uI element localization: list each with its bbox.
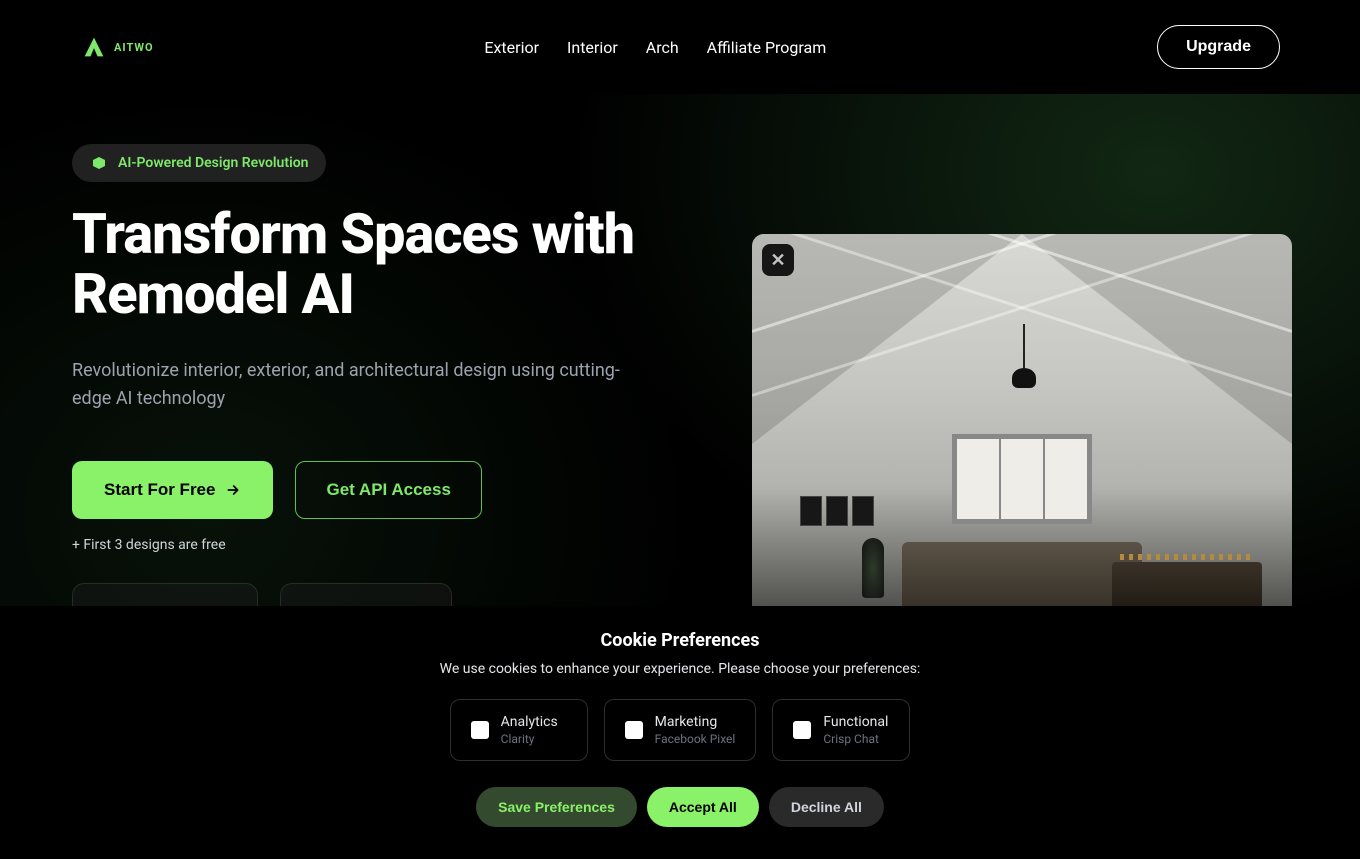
design-preview-image[interactable]: ✕: [752, 234, 1292, 654]
cookie-title: Cookie Preferences: [0, 630, 1360, 651]
cta-row: Start For Free Get API Access: [72, 461, 712, 519]
nav-affiliate[interactable]: Affiliate Program: [707, 38, 827, 57]
cookie-option-marketing: Marketing Facebook Pixel: [604, 699, 757, 761]
save-preferences-button[interactable]: Save Preferences: [476, 787, 637, 827]
free-designs-note: + First 3 designs are free: [72, 537, 712, 553]
cookie-option-functional: Functional Crisp Chat: [772, 699, 910, 761]
hero-section: AI-Powered Design Revolution Transform S…: [0, 94, 1360, 671]
logo-icon: [80, 33, 108, 61]
checkbox-functional[interactable]: [793, 721, 811, 739]
start-free-label: Start For Free: [104, 480, 215, 500]
cookie-option-sub: Crisp Chat: [823, 732, 888, 746]
plant-decoration: [862, 538, 884, 598]
window-decoration: [952, 434, 1092, 524]
cookie-actions: Save Preferences Accept All Decline All: [0, 787, 1360, 827]
roof-decoration: [1022, 234, 1292, 444]
hero-badge: AI-Powered Design Revolution: [72, 144, 326, 182]
decline-all-button[interactable]: Decline All: [769, 787, 884, 827]
accept-all-button[interactable]: Accept All: [647, 787, 759, 827]
cookie-option-title: Analytics: [501, 714, 558, 730]
nav-interior[interactable]: Interior: [567, 38, 618, 57]
hero-subtitle: Revolutionize interior, exterior, and ar…: [72, 357, 632, 413]
checkbox-analytics[interactable]: [471, 721, 489, 739]
frames-decoration: [800, 496, 874, 526]
hero-title: Transform Spaces with Remodel AI: [72, 204, 712, 325]
start-free-button[interactable]: Start For Free: [72, 461, 273, 519]
checkbox-marketing[interactable]: [625, 721, 643, 739]
hero-badge-text: AI-Powered Design Revolution: [118, 155, 308, 171]
sparkle-icon: [90, 154, 108, 172]
nav-arch[interactable]: Arch: [646, 38, 679, 57]
hero-content: AI-Powered Design Revolution Transform S…: [72, 144, 712, 671]
lamp-decoration: [1012, 368, 1036, 388]
api-access-button[interactable]: Get API Access: [295, 461, 481, 519]
logo-text: AITWO: [114, 41, 154, 54]
cookie-banner: Cookie Preferences We use cookies to enh…: [0, 606, 1360, 859]
main-nav: Exterior Interior Arch Affiliate Program: [484, 38, 826, 57]
cookie-option-title: Functional: [823, 714, 888, 730]
cookie-description: We use cookies to enhance your experienc…: [0, 661, 1360, 677]
cookie-option-sub: Clarity: [501, 732, 558, 746]
nav-exterior[interactable]: Exterior: [484, 38, 539, 57]
cookie-option-sub: Facebook Pixel: [655, 732, 736, 746]
arrow-right-icon: [225, 482, 241, 498]
cookie-options: Analytics Clarity Marketing Facebook Pix…: [0, 699, 1360, 761]
cookie-option-analytics: Analytics Clarity: [450, 699, 588, 761]
logo[interactable]: AITWO: [80, 33, 154, 61]
header: AITWO Exterior Interior Arch Affiliate P…: [0, 0, 1360, 94]
upgrade-button[interactable]: Upgrade: [1157, 25, 1280, 69]
cookie-option-title: Marketing: [655, 714, 736, 730]
